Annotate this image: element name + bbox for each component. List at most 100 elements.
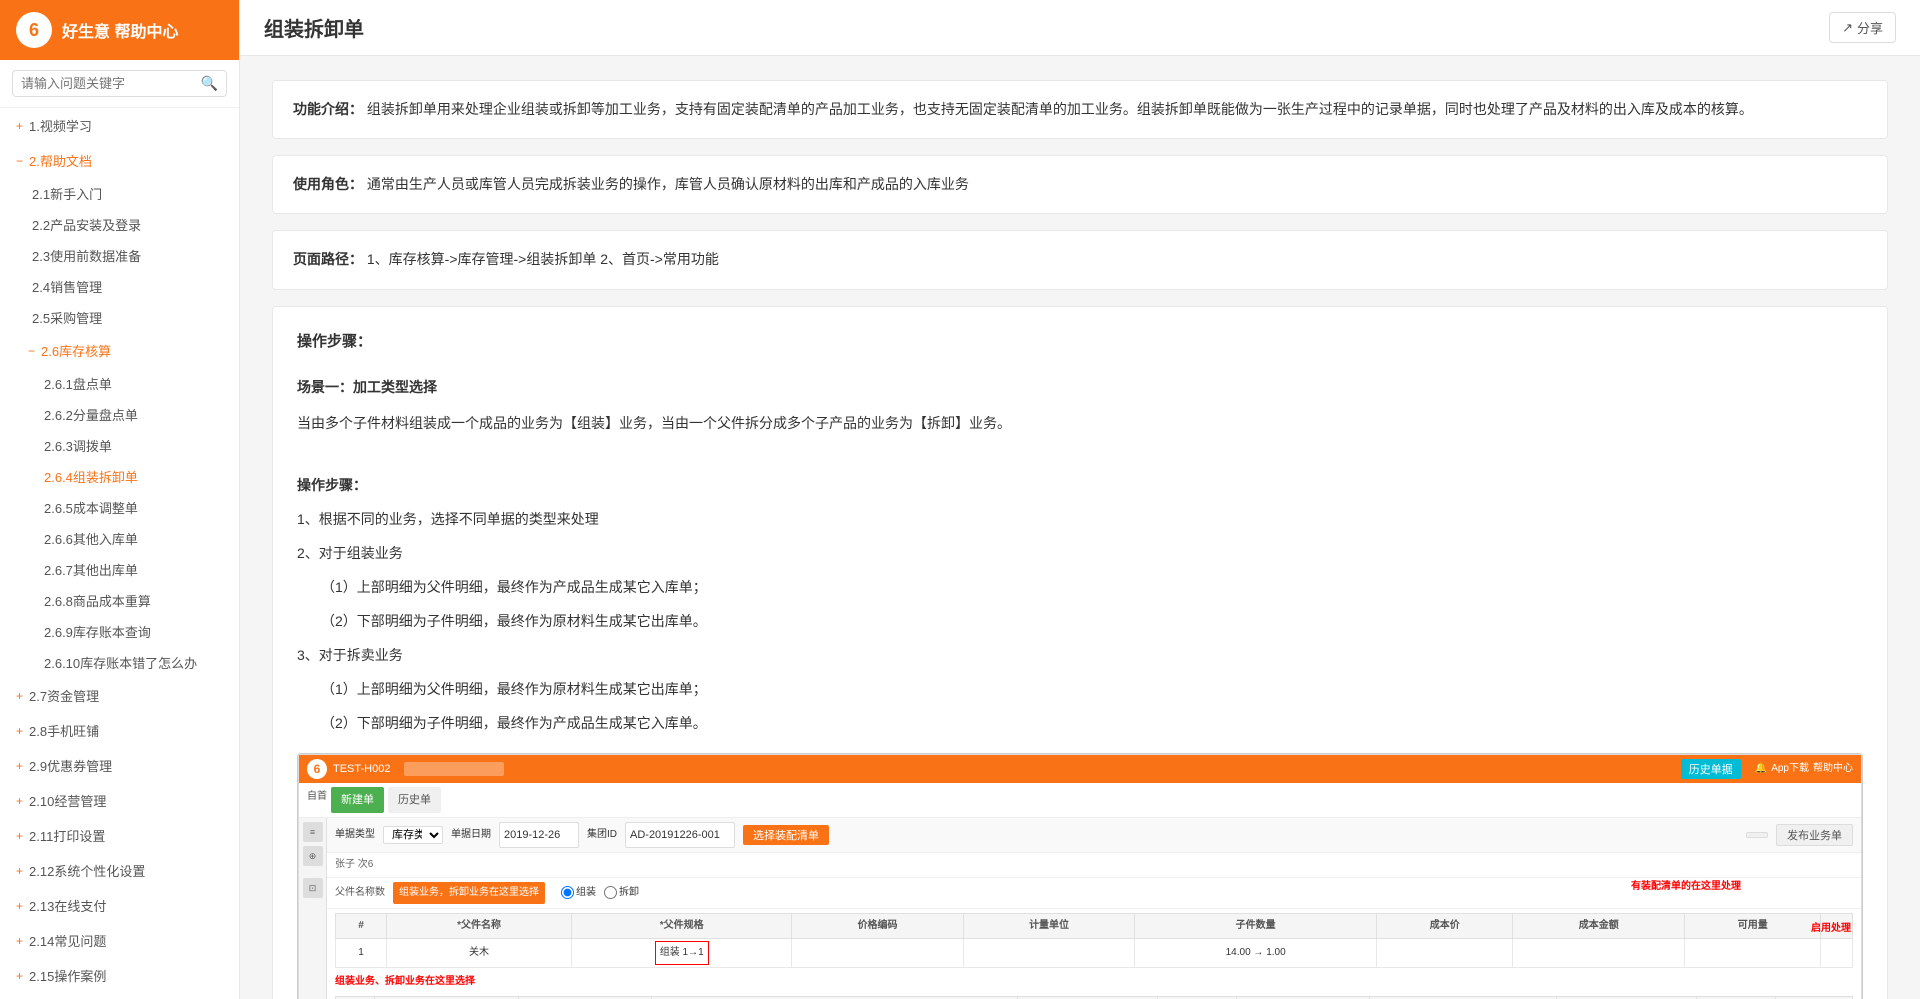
steps-block: 操作步骤： 场景一：加工类型选择 当由多个子件材料组装成一个成品的业务为【组装】… [272,306,1888,999]
path-block: 页面路径： 1、库存核算->库存管理->组装拆卸单 2、首页->常用功能 [272,230,1888,289]
plus-icon: + [16,689,23,703]
sidebar-item-label: 2.15操作案例 [29,966,106,985]
share-button[interactable]: ↗ 分享 [1829,12,1896,43]
screenshot-btn-new[interactable]: 历史单据 [1681,759,1741,779]
cell-qty: 14.00 → 1.00 [1135,938,1377,967]
screenshot-type-select[interactable]: 库存类型 [383,826,443,844]
sidebar-item-other-in[interactable]: 2.6.6其他入库单 [0,523,239,554]
plus-icon: + [16,759,23,773]
sidebar-item-label: 2.8手机旺铺 [29,721,99,740]
screenshot-radio-assembly[interactable]: 组装 [561,883,596,903]
sidebar-item-online-pay[interactable]: + 2.13在线支付 [0,888,239,923]
scene1-title: 场景一：加工类型选择 [297,373,1863,401]
search-box: 🔍 [0,60,239,108]
sidebar-item-docs[interactable]: − 2.帮助文档 [0,143,239,178]
plus-icon: + [16,829,23,843]
sidebar-item-cost-adj[interactable]: 2.6.5成本调整单 [0,492,239,523]
sidebar-item-data-prep[interactable]: 2.3使用前数据准备 [0,240,239,271]
intro-label: 功能介绍： [293,101,363,117]
minus-icon: − [16,154,23,168]
screenshot-id: TEST-H002 [333,758,390,780]
screenshot-tab-new[interactable]: 新建单 [331,787,384,813]
sidebar-item-label: 1.视频学习 [29,116,92,135]
page-title: 组装拆卸单 [264,13,364,42]
intro-block: 功能介绍： 组装拆卸单用来处理企业组装或拆卸等加工业务，支持有固定装配清单的产品… [272,80,1888,139]
step2a: （1）上部明细为父件明细，最终作为产成品生成某它入库单； [297,573,1863,601]
cell-name: 关木 [386,938,571,967]
table-row: 1 关木 组装 1→1 14.00 → 1.00 [336,938,1853,967]
sidebar-item-mobile[interactable]: + 2.8手机旺铺 [0,713,239,748]
sidebar-item-assembly[interactable]: 2.6.4组装拆卸单 [0,461,239,492]
search-icon[interactable]: 🔍 [201,75,218,92]
screenshot-radio-disassembly[interactable]: 拆卸 [604,883,639,903]
cell-price-code [792,938,964,967]
step1: 1、根据不同的业务，选择不同单据的类型来处理 [297,505,1863,533]
col-cost-price: 成本价 [1376,913,1513,938]
sidebar-item-label: 2.7资金管理 [29,686,99,705]
sidebar-item-label: 2.10经营管理 [29,791,106,810]
sidebar-item-label: 2.11打印设置 [29,826,105,845]
search-input[interactable] [21,76,201,91]
share-icon: ↗ [1842,20,1853,36]
sidebar-item-label: 2.12系统个性化设置 [29,861,145,880]
screenshot-more-btn[interactable]: 发布业务单 [1776,824,1853,846]
sidebar-item-ops[interactable]: + 2.10经营管理 [0,783,239,818]
role-text: 通常由生产人员或库管人员完成拆装业务的操作，库管人员确认原材料的出库和产成品的入… [367,176,969,192]
minus-icon-inventory: − [28,344,35,358]
path-label: 页面路径： [293,251,363,267]
step2: 2、对于组装业务 [297,539,1863,567]
steps-label: 操作步骤： [297,471,1863,499]
sidebar-item-newbie[interactable]: 2.1新手入门 [0,178,239,209]
sidebar-item-label: 2.9优惠券管理 [29,756,112,775]
screenshot-tab-history[interactable]: 历史单 [388,787,441,813]
sidebar-item-purchase[interactable]: 2.5采购管理 [0,302,239,333]
sidebar-item-stocktake[interactable]: 2.6.1盘点单 [0,368,239,399]
screenshot-org-badge: 组装业务，拆卸业务在这里选择 [393,882,545,904]
screenshot-select-btn[interactable]: 选择装配清单 [743,825,829,845]
col-name: *父件名称 [386,913,571,938]
screenshot-action-btn[interactable] [1746,832,1768,838]
scene1-desc: 当由多个子件材料组装成一个成品的业务为【组装】业务，当由一个父件拆分成多个子产品… [297,409,1863,437]
sidebar-item-video[interactable]: + 1.视频学习 [0,108,239,143]
step3a: （1）上部明细为父件明细，最终作为原材料生成某它出库单； [297,675,1863,703]
sidebar-item-sales[interactable]: 2.4销售管理 [0,271,239,302]
col-spec: *父件规格 [572,913,792,938]
plus-icon: + [16,119,23,133]
sidebar-item-coupon[interactable]: + 2.9优惠券管理 [0,748,239,783]
sidebar-item-cases[interactable]: + 2.15操作案例 [0,958,239,993]
search-wrap[interactable]: 🔍 [12,70,227,97]
sidebar-item-ledger-query[interactable]: 2.6.9库存账本查询 [0,616,239,647]
sidebar-item-other-out[interactable]: 2.6.7其他出库单 [0,554,239,585]
screenshot-section-label: 父件名称数 [335,883,385,903]
sidebar-item-ledger-error[interactable]: 2.6.10库存账本错了怎么办 [0,647,239,678]
app-title: 好生意 帮助中心 [62,18,178,42]
screenshot-count: 张子 次6 [335,855,373,875]
screenshot-form-row: 单据类型 库存类型 单据日期 2019-12-26 集团ID AD-201912… [327,818,1861,853]
sw-icon-2: ⊕ [303,846,323,866]
sidebar-item-inventory[interactable]: − 2.6库存核算 [0,333,239,368]
sidebar-item-system[interactable]: + 2.12系统个性化设置 [0,853,239,888]
sidebar-item-faq[interactable]: + 2.14常见问题 [0,923,239,958]
intro-text: 组装拆卸单用来处理企业组装或拆卸等加工业务，支持有固定装配清单的产品加工业务，也… [367,101,1753,117]
steps-title: 操作步骤： [297,327,1863,357]
plus-icon: + [16,934,23,948]
col-available: 可用量 [1684,913,1821,938]
cell-ops [1821,938,1853,967]
sidebar-item-adjustment[interactable]: 2.6.3调拨单 [0,430,239,461]
plus-icon: + [16,969,23,983]
cell-cost-price [1376,938,1513,967]
sidebar-item-install[interactable]: 2.2产品安装及登录 [0,209,239,240]
main-content: 组装拆卸单 ↗ 分享 功能介绍： 组装拆卸单用来处理企业组装或拆卸等加工业务，支… [240,0,1920,999]
sidebar: 6 好生意 帮助中心 🔍 + 1.视频学习 − 2.帮助文档 2.1新手入门 2… [0,0,240,999]
screenshot-code-value: AD-20191226-001 [625,822,735,848]
app-logo: 6 [16,12,52,48]
screenshot-container: 6 TEST-H002 历史单据 🔔 App下载 帮助中心 [297,753,1863,999]
sidebar-item-print[interactable]: + 2.11打印设置 [0,818,239,853]
cell-available [1684,938,1821,967]
sidebar-item-cost-recalc[interactable]: 2.6.8商品成本重算 [0,585,239,616]
path-text: 1、库存核算->库存管理->组装拆卸单 2、首页->常用功能 [367,251,719,267]
annotation-2: 组装业务、拆卸业务在这里选择 [335,972,1853,992]
sidebar-item-finance[interactable]: + 2.7资金管理 [0,678,239,713]
sidebar-item-partial-stocktake[interactable]: 2.6.2分量盘点单 [0,399,239,430]
cell-cost-amount [1513,938,1685,967]
